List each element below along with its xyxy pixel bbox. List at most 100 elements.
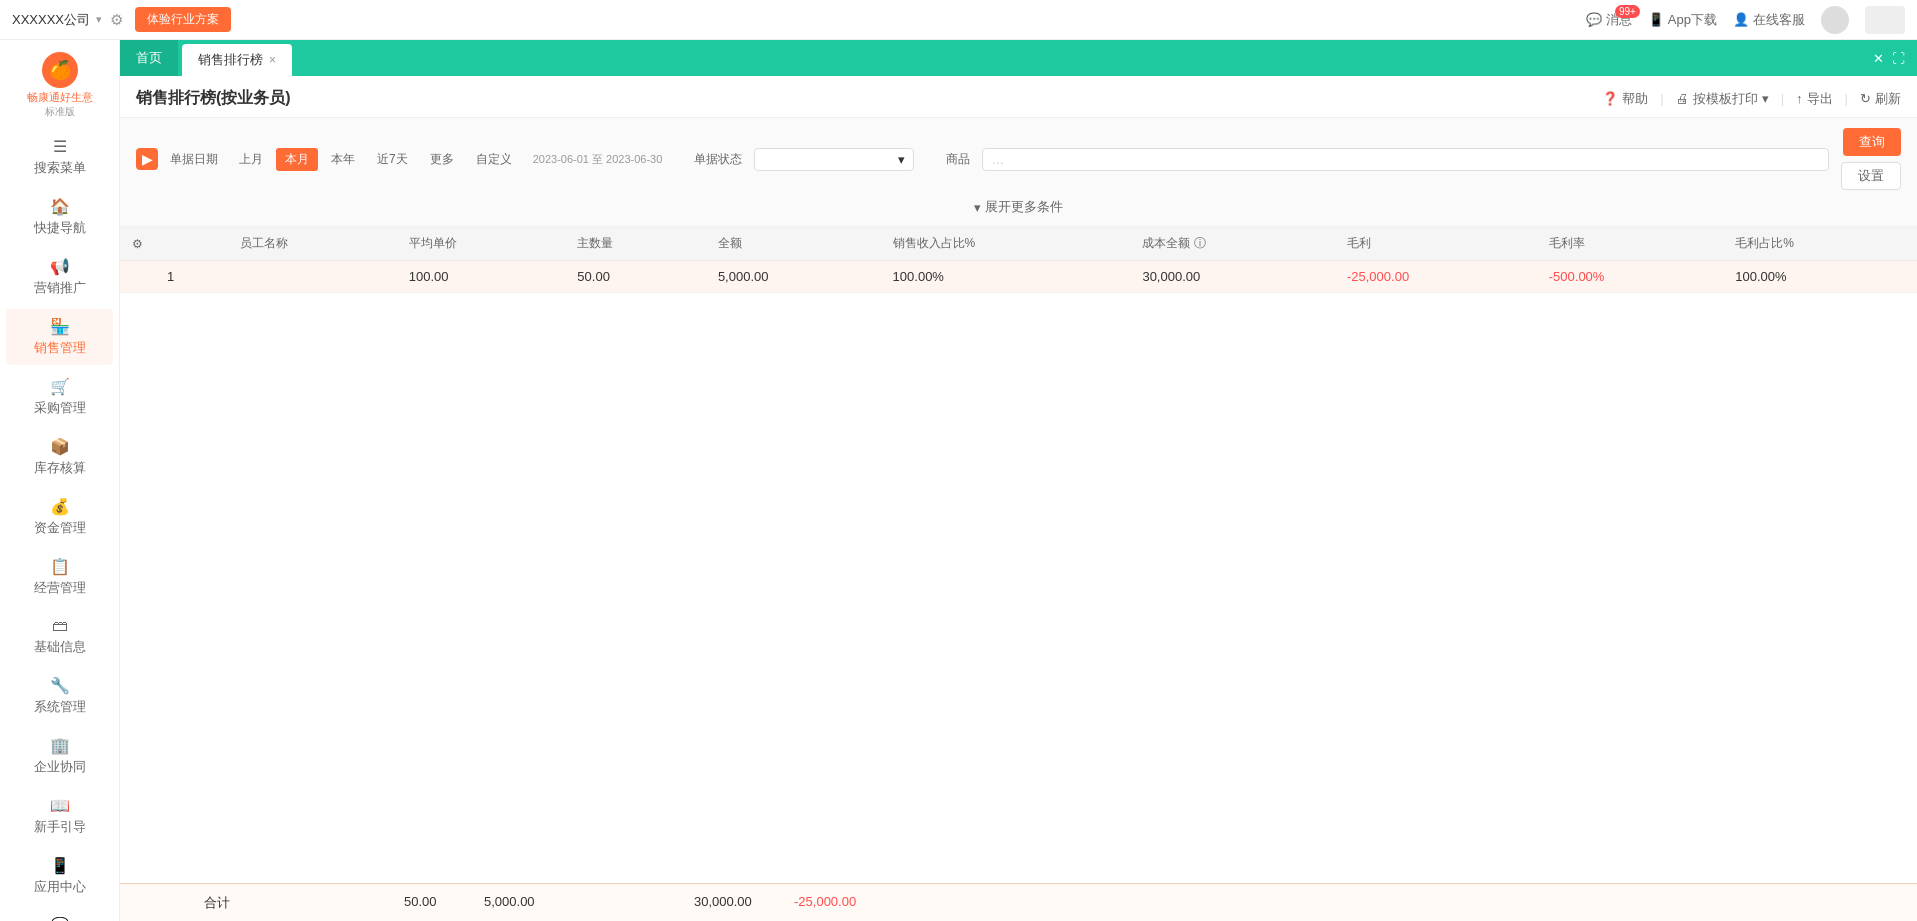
sidebar-item-marketing[interactable]: 📢 营销推广 — [6, 249, 113, 305]
status-select[interactable]: ▾ — [754, 148, 914, 171]
operations-icon: 📋 — [50, 557, 70, 576]
sidebar-item-system[interactable]: 🔧 系统管理 — [6, 668, 113, 724]
sidebar-item-operations[interactable]: 📋 经营管理 — [6, 549, 113, 605]
sidebar-item-inventory[interactable]: 📦 库存核算 — [6, 429, 113, 485]
download-icon: 📱 — [1648, 12, 1664, 27]
sidebar-item-wechat[interactable]: 💬 企业微信 — [6, 908, 113, 921]
user-name — [1865, 6, 1905, 34]
trial-button[interactable]: 体验行业方案 — [135, 7, 231, 32]
expand-conditions-button[interactable]: ▾ 展开更多条件 — [136, 198, 1901, 216]
sidebar-item-label: 新手引导 — [34, 818, 86, 836]
sidebar-item-guide[interactable]: 📖 新手引导 — [6, 788, 113, 844]
footer-cells: 合计 50.00 5,000.00 30,000.00 -25,000.00 — [132, 894, 1905, 912]
col-sales-pct: 销售收入占比% — [881, 227, 1131, 261]
date-tab-more[interactable]: 更多 — [421, 148, 463, 171]
cell-settings — [120, 261, 155, 293]
purchase-icon: 🛒 — [50, 377, 70, 396]
messages-button[interactable]: 💬 消息 99+ — [1586, 11, 1632, 29]
col-settings[interactable]: ⚙ — [120, 227, 155, 261]
sidebar-item-search[interactable]: ☰ 搜索菜单 — [6, 129, 113, 185]
chevron-down-icon: ▾ — [96, 13, 102, 26]
table-container: ⚙ 员工名称 平均单价 主数量 全额 销售收入占比% 成本全额 ⓘ 毛利 毛利率… — [120, 227, 1917, 883]
goods-input[interactable]: … — [982, 148, 1829, 171]
print-label: 按模板打印 — [1693, 90, 1758, 108]
footer-qty: 50.00 — [392, 894, 472, 912]
page-actions: ❓ 帮助 | 🖨 按模板打印 ▾ | ↑ 导出 | — [1602, 90, 1901, 108]
tab-home[interactable]: 首页 — [120, 40, 178, 76]
sidebar-item-sales[interactable]: 🏪 销售管理 — [6, 309, 113, 365]
window-buttons: ✕ ⛶ — [1873, 51, 1917, 66]
sidebar-item-label: 企业协同 — [34, 758, 86, 776]
sidebar-item-label: 经营管理 — [34, 579, 86, 597]
export-button[interactable]: ↑ 导出 — [1796, 90, 1833, 108]
footer-rank — [162, 894, 192, 912]
sidebar-item-label: 资金管理 — [34, 519, 86, 537]
basic-icon: 🗃 — [52, 617, 68, 635]
message-badge: 99+ — [1615, 5, 1640, 18]
col-profit: 毛利 — [1335, 227, 1537, 261]
avatar[interactable] — [1821, 6, 1849, 34]
marketing-icon: 📢 — [50, 257, 70, 276]
company-selector[interactable]: XXXXXX公司 ▾ — [12, 11, 102, 29]
col-qty: 主数量 — [565, 227, 706, 261]
data-table: ⚙ 员工名称 平均单价 主数量 全额 销售收入占比% 成本全额 ⓘ 毛利 毛利率… — [120, 227, 1917, 293]
print-icon: 🖨 — [1676, 91, 1689, 106]
goods-label: 商品 — [946, 151, 970, 168]
sidebar: 🍊 畅康通好生意 标准版 ☰ 搜索菜单 🏠 快捷导航 📢 营销推广 🏪 销售管理… — [0, 40, 120, 921]
logo-sub: 标准版 — [8, 105, 111, 119]
refresh-button[interactable]: ↻ 刷新 — [1860, 90, 1901, 108]
sidebar-item-shortcut[interactable]: 🏠 快捷导航 — [6, 189, 113, 245]
close-window-icon[interactable]: ✕ — [1873, 51, 1884, 66]
cell-rank: 1 — [155, 261, 228, 293]
col-amount: 全额 — [706, 227, 881, 261]
service-label: 在线客服 — [1753, 11, 1805, 29]
home-icon: 🏠 — [50, 197, 70, 216]
footer-cost: 30,000.00 — [682, 894, 782, 912]
app-download-button[interactable]: 📱 App下载 — [1648, 11, 1717, 29]
print-button[interactable]: 🖨 按模板打印 ▾ — [1676, 90, 1769, 108]
tab-sales-ranking[interactable]: 销售排行榜 × — [182, 44, 292, 76]
date-tab-cur-year[interactable]: 本年 — [322, 148, 364, 171]
export-icon: ↑ — [1796, 91, 1803, 106]
cell-sales-pct: 100.00% — [881, 261, 1131, 293]
sidebar-item-purchase[interactable]: 🛒 采购管理 — [6, 369, 113, 425]
help-button[interactable]: ❓ 帮助 — [1602, 90, 1648, 108]
message-icon: 💬 — [1586, 12, 1602, 27]
settings-button[interactable]: 设置 — [1841, 162, 1901, 190]
col-profit-rate: 毛利率 — [1537, 227, 1724, 261]
restore-window-icon[interactable]: ⛶ — [1892, 51, 1905, 66]
footer-total-label: 合计 — [192, 894, 312, 912]
tab-close-icon[interactable]: × — [269, 53, 276, 67]
filter-collapse-button[interactable]: ▶ — [136, 148, 158, 170]
date-tab-7days[interactable]: 近7天 — [368, 148, 417, 171]
sidebar-item-basic[interactable]: 🗃 基础信息 — [6, 609, 113, 664]
footer-sales-pct — [572, 894, 682, 912]
online-service-button[interactable]: 👤 在线客服 — [1733, 11, 1805, 29]
sidebar-item-label: 快捷导航 — [34, 219, 86, 237]
page-title: 销售排行榜(按业务员) — [136, 88, 291, 109]
sidebar-item-app[interactable]: 📱 应用中心 — [6, 848, 113, 904]
col-avg-price: 平均单价 — [397, 227, 566, 261]
date-tab-prev-month[interactable]: 上月 — [230, 148, 272, 171]
search-menu-icon: ☰ — [53, 137, 67, 156]
divider1: | — [1660, 91, 1663, 106]
col-name: 员工名称 — [228, 227, 397, 261]
enterprise-icon: 🏢 — [50, 736, 70, 755]
sidebar-item-finance[interactable]: 💰 资金管理 — [6, 489, 113, 545]
header-gear-icon[interactable]: ⚙ — [110, 11, 123, 29]
header-right: 💬 消息 99+ 📱 App下载 👤 在线客服 — [1586, 6, 1905, 34]
cell-cost: 30,000.00 — [1130, 261, 1335, 293]
sales-icon: 🏪 — [50, 317, 70, 336]
cell-profit-pct: 100.00% — [1723, 261, 1917, 293]
sidebar-item-enterprise[interactable]: 🏢 企业协同 — [6, 728, 113, 784]
date-tab-custom[interactable]: 自定义 — [467, 148, 521, 171]
cell-avg-price: 100.00 — [397, 261, 566, 293]
active-tab-label: 销售排行榜 — [198, 51, 263, 69]
tab-bar: 首页 销售排行榜 × ✕ ⛶ — [120, 40, 1917, 76]
date-tab-cur-month[interactable]: 本月 — [276, 148, 318, 171]
query-button[interactable]: 查询 — [1843, 128, 1901, 156]
table-row: 1 100.00 50.00 5,000.00 100.00% 30,000.0… — [120, 261, 1917, 293]
content-area: 首页 销售排行榜 × ✕ ⛶ 销售排行榜(按业务员) ❓ 帮助 — [120, 40, 1917, 921]
sidebar-logo: 🍊 畅康通好生意 标准版 — [0, 40, 119, 127]
sidebar-item-label: 搜索菜单 — [34, 159, 86, 177]
